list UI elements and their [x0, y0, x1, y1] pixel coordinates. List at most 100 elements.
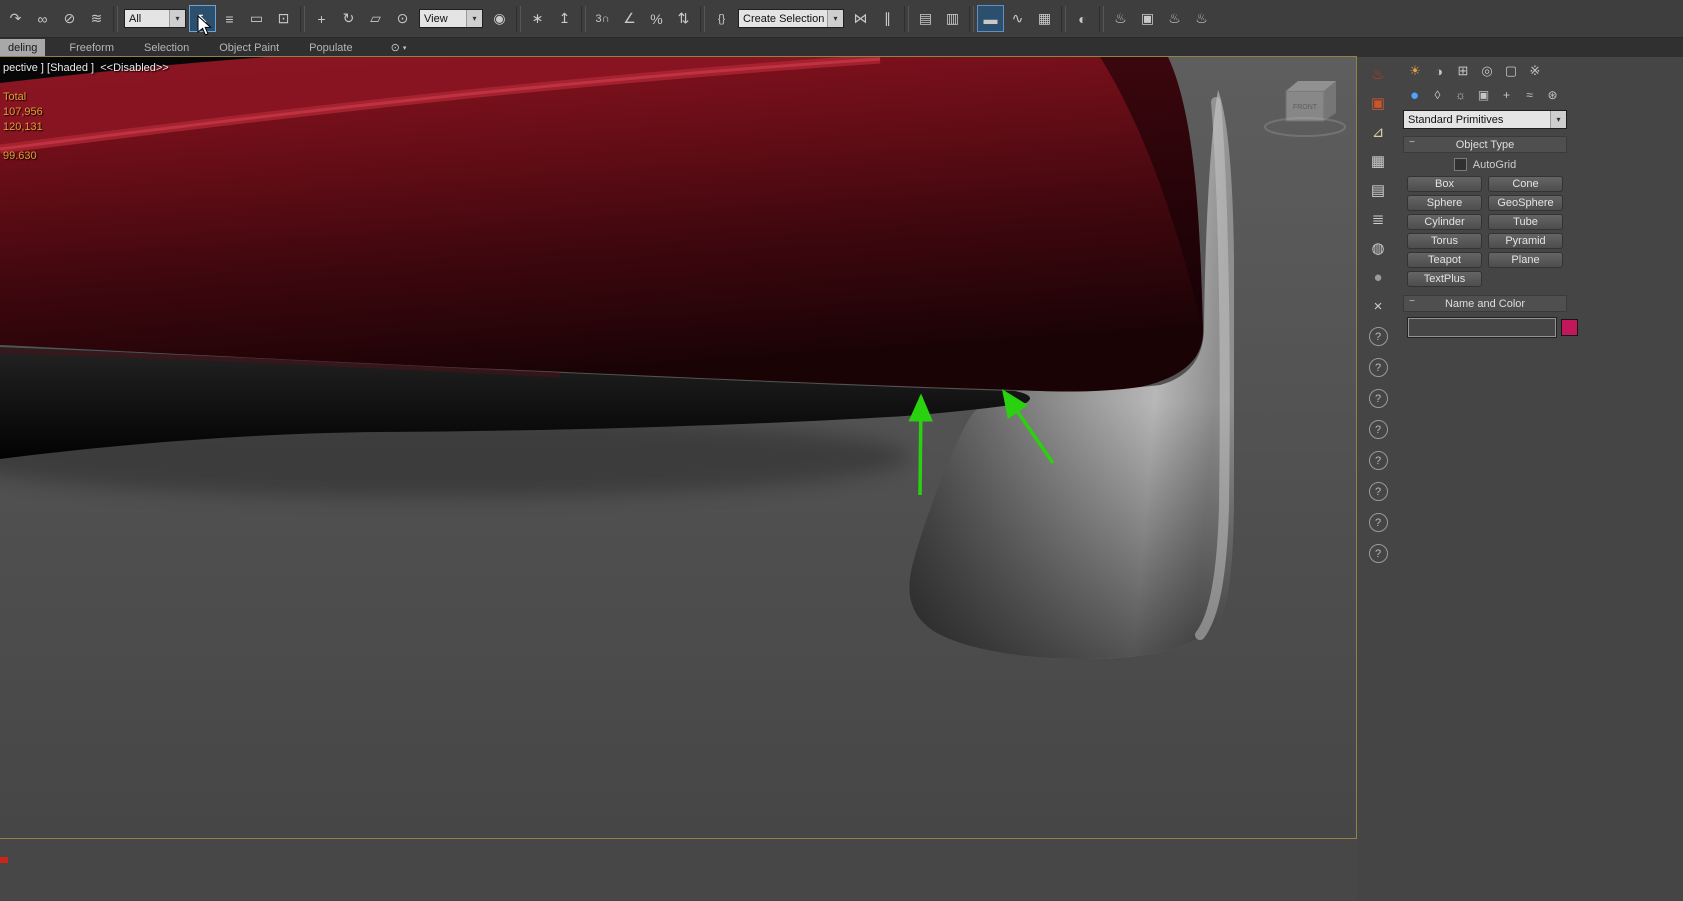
- viewcube-front-label: FRONT: [1293, 104, 1318, 111]
- category-systems-icon[interactable]: ⊛: [1543, 86, 1562, 104]
- select-and-link-icon[interactable]: ∞: [29, 5, 56, 32]
- category-lights-icon[interactable]: ☼: [1451, 86, 1470, 104]
- ribbon-tab-freeform[interactable]: Freeform: [59, 39, 124, 57]
- geosphere-button[interactable]: GeoSphere: [1488, 195, 1563, 211]
- cylinder-button[interactable]: Cylinder: [1407, 214, 1482, 230]
- tab-display-icon[interactable]: ▢: [1501, 62, 1521, 80]
- help-icon-1[interactable]: ?: [1368, 327, 1388, 346]
- tab-hierarchy-icon[interactable]: ⊞: [1453, 62, 1473, 80]
- textplus-button[interactable]: TextPlus: [1407, 271, 1482, 287]
- bind-to-space-warp-icon[interactable]: ≋: [83, 5, 110, 32]
- close-icon[interactable]: ×: [1366, 295, 1390, 317]
- category-space-warps-icon[interactable]: ≈: [1520, 86, 1539, 104]
- select-by-name-button[interactable]: ≡: [216, 5, 243, 32]
- chevron-down-icon: ▾: [1550, 111, 1566, 128]
- object-color-swatch[interactable]: [1561, 319, 1578, 336]
- help-icon-7[interactable]: ?: [1368, 513, 1388, 532]
- layers-icon[interactable]: ▤: [1366, 179, 1390, 201]
- material-editor-button[interactable]: ◐: [1069, 5, 1096, 32]
- selection-filter-dropdown[interactable]: All ▾: [124, 9, 186, 28]
- tube-button[interactable]: Tube: [1488, 214, 1563, 230]
- primitives-dropdown-value: Standard Primitives: [1408, 113, 1504, 126]
- named-selection-set-value: Create Selection Se: [743, 12, 827, 25]
- render-flyout-button[interactable]: ♨: [1188, 5, 1215, 32]
- layer-explorer-toggle[interactable]: ▥: [939, 5, 966, 32]
- box-button[interactable]: Box: [1407, 176, 1482, 192]
- help-icon-4[interactable]: ?: [1368, 420, 1388, 439]
- render-setup-button[interactable]: ♨: [1107, 5, 1134, 32]
- primitives-dropdown[interactable]: Standard Primitives ▾: [1403, 110, 1567, 129]
- ribbon-tab-modeling[interactable]: deling: [0, 38, 46, 57]
- window-crossing-toggle[interactable]: ⊡: [270, 5, 297, 32]
- perspective-viewport[interactable]: FRONT pective ] [Shaded ] <<Disabled>> T…: [0, 56, 1357, 839]
- autogrid-checkbox[interactable]: [1453, 158, 1467, 171]
- sphere-icon[interactable]: ●: [1366, 266, 1390, 288]
- snap-toggle-3d-button[interactable]: 3∩: [589, 5, 616, 32]
- torus-button[interactable]: Torus: [1407, 233, 1482, 249]
- help-icon-5[interactable]: ?: [1368, 451, 1388, 470]
- help-icon-6[interactable]: ?: [1368, 482, 1388, 501]
- ribbon-tab-object-paint[interactable]: Object Paint: [209, 39, 289, 57]
- tab-utilities-icon[interactable]: ※: [1525, 62, 1545, 80]
- mirror-button[interactable]: ⋈: [847, 5, 874, 32]
- render-production-button[interactable]: ♨: [1161, 5, 1188, 32]
- ruler-icon[interactable]: ⊿: [1366, 121, 1390, 143]
- reference-coordinate-dropdown[interactable]: View ▾: [419, 9, 483, 28]
- select-and-scale-button[interactable]: ▱: [362, 5, 389, 32]
- named-selection-sets-button[interactable]: {}: [708, 5, 735, 32]
- ribbon-toggle-button[interactable]: ▬: [977, 5, 1004, 32]
- curve-editor-button[interactable]: ∿: [1004, 5, 1031, 32]
- use-pivot-center-button[interactable]: ◉: [486, 5, 513, 32]
- name-and-color-rollout-header[interactable]: − Name and Color: [1403, 295, 1567, 312]
- selection-region-button[interactable]: ▭: [243, 5, 270, 32]
- help-icon-8[interactable]: ?: [1368, 544, 1388, 563]
- plane-button[interactable]: Plane: [1488, 252, 1563, 268]
- select-and-rotate-button[interactable]: ↻: [335, 5, 362, 32]
- sphere-button[interactable]: Sphere: [1407, 195, 1482, 211]
- checker-icon[interactable]: ▦: [1366, 150, 1390, 172]
- align-button[interactable]: ∥: [874, 5, 901, 32]
- teapot-icon[interactable]: ♨: [1366, 63, 1390, 85]
- tab-modify-icon[interactable]: ◑: [1429, 62, 1449, 80]
- select-and-move-button[interactable]: +: [308, 5, 335, 32]
- viewport-label[interactable]: pective ] [Shaded ] <<Disabled>>: [3, 62, 169, 74]
- scene-explorer-toggle[interactable]: ▤: [912, 5, 939, 32]
- object-type-title: Object Type: [1455, 138, 1515, 151]
- tab-motion-icon[interactable]: ◎: [1477, 62, 1497, 80]
- help-icon-2[interactable]: ?: [1368, 358, 1388, 377]
- spinner-snap-toggle[interactable]: ⇅: [670, 5, 697, 32]
- ribbon-tab-selection[interactable]: Selection: [134, 39, 199, 57]
- container-icon[interactable]: ▣: [1366, 92, 1390, 114]
- object-type-rollout-header[interactable]: − Object Type: [1403, 136, 1567, 153]
- cone-button[interactable]: Cone: [1488, 176, 1563, 192]
- select-and-manipulate-button[interactable]: ∗: [524, 5, 551, 32]
- partial-toolbar-icon[interactable]: ↷: [2, 5, 29, 32]
- ribbon-tab-populate[interactable]: Populate: [299, 39, 362, 57]
- category-geometry-icon[interactable]: ●: [1405, 86, 1424, 104]
- layers-alt-icon[interactable]: ≣: [1366, 208, 1390, 230]
- named-selection-set-dropdown[interactable]: Create Selection Se ▾: [738, 9, 844, 28]
- category-helpers-icon[interactable]: +: [1497, 86, 1516, 104]
- selection-filter-value: All: [129, 12, 142, 25]
- toolbar-separator: [904, 5, 909, 32]
- pyramid-button[interactable]: Pyramid: [1488, 233, 1563, 249]
- keyboard-override-toggle[interactable]: ↥: [551, 5, 578, 32]
- rendered-frame-window-button[interactable]: ▣: [1134, 5, 1161, 32]
- angle-snap-toggle[interactable]: ∠: [616, 5, 643, 32]
- dope-sheet-button[interactable]: ▦: [1031, 5, 1058, 32]
- tab-create-icon[interactable]: ☀: [1405, 62, 1425, 80]
- checker-sphere-icon[interactable]: ◍: [1366, 237, 1390, 259]
- help-icon-3[interactable]: ?: [1368, 389, 1388, 408]
- viewport-statistics: Total 107,956 120,131 99.630: [3, 90, 43, 164]
- viewport-canvas[interactable]: FRONT: [0, 57, 1356, 838]
- object-name-field[interactable]: [1408, 318, 1556, 337]
- unlink-selection-icon[interactable]: ⊘: [56, 5, 83, 32]
- autogrid-row: AutoGrid: [1403, 153, 1567, 175]
- ribbon-flyout-button[interactable]: ⊙ ▾: [391, 41, 407, 54]
- category-cameras-icon[interactable]: ▣: [1474, 86, 1493, 104]
- teapot-button[interactable]: Teapot: [1407, 252, 1482, 268]
- category-shapes-icon[interactable]: ◊: [1428, 86, 1447, 104]
- percent-snap-toggle[interactable]: %: [643, 5, 670, 32]
- red-marker: [0, 857, 8, 863]
- select-and-place-button[interactable]: ⊙: [389, 5, 416, 32]
